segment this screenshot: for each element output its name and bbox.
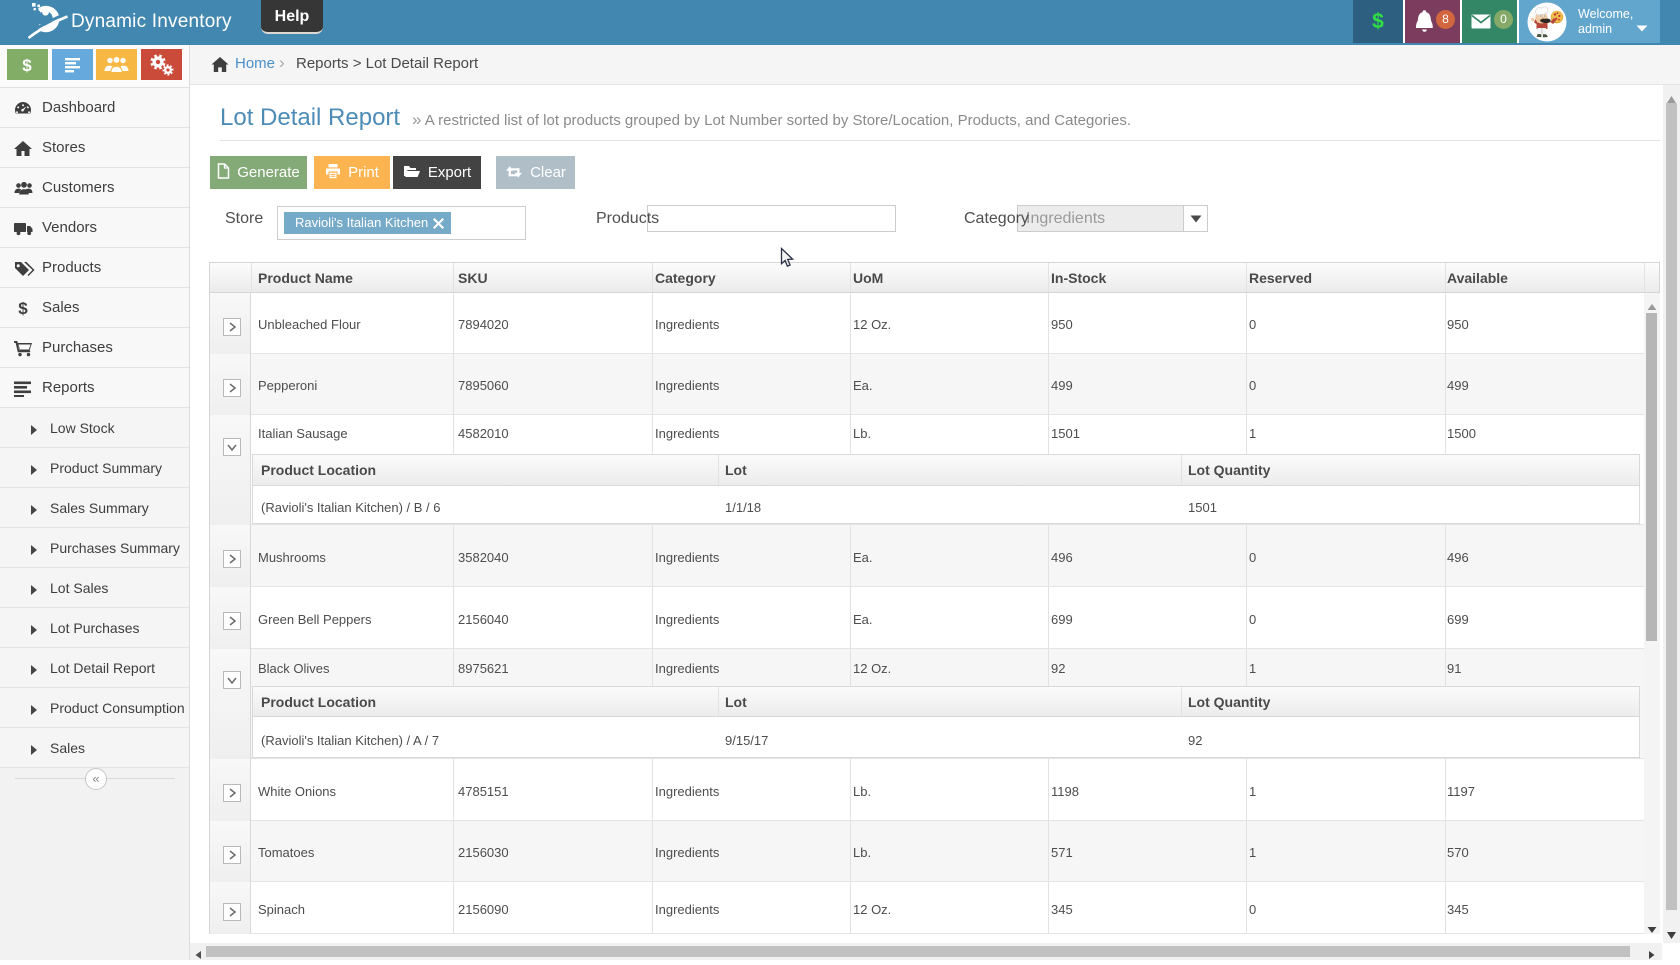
svg-text:$: $	[1372, 10, 1384, 33]
svg-text:$: $	[18, 299, 28, 317]
svg-text:$: $	[22, 56, 32, 75]
